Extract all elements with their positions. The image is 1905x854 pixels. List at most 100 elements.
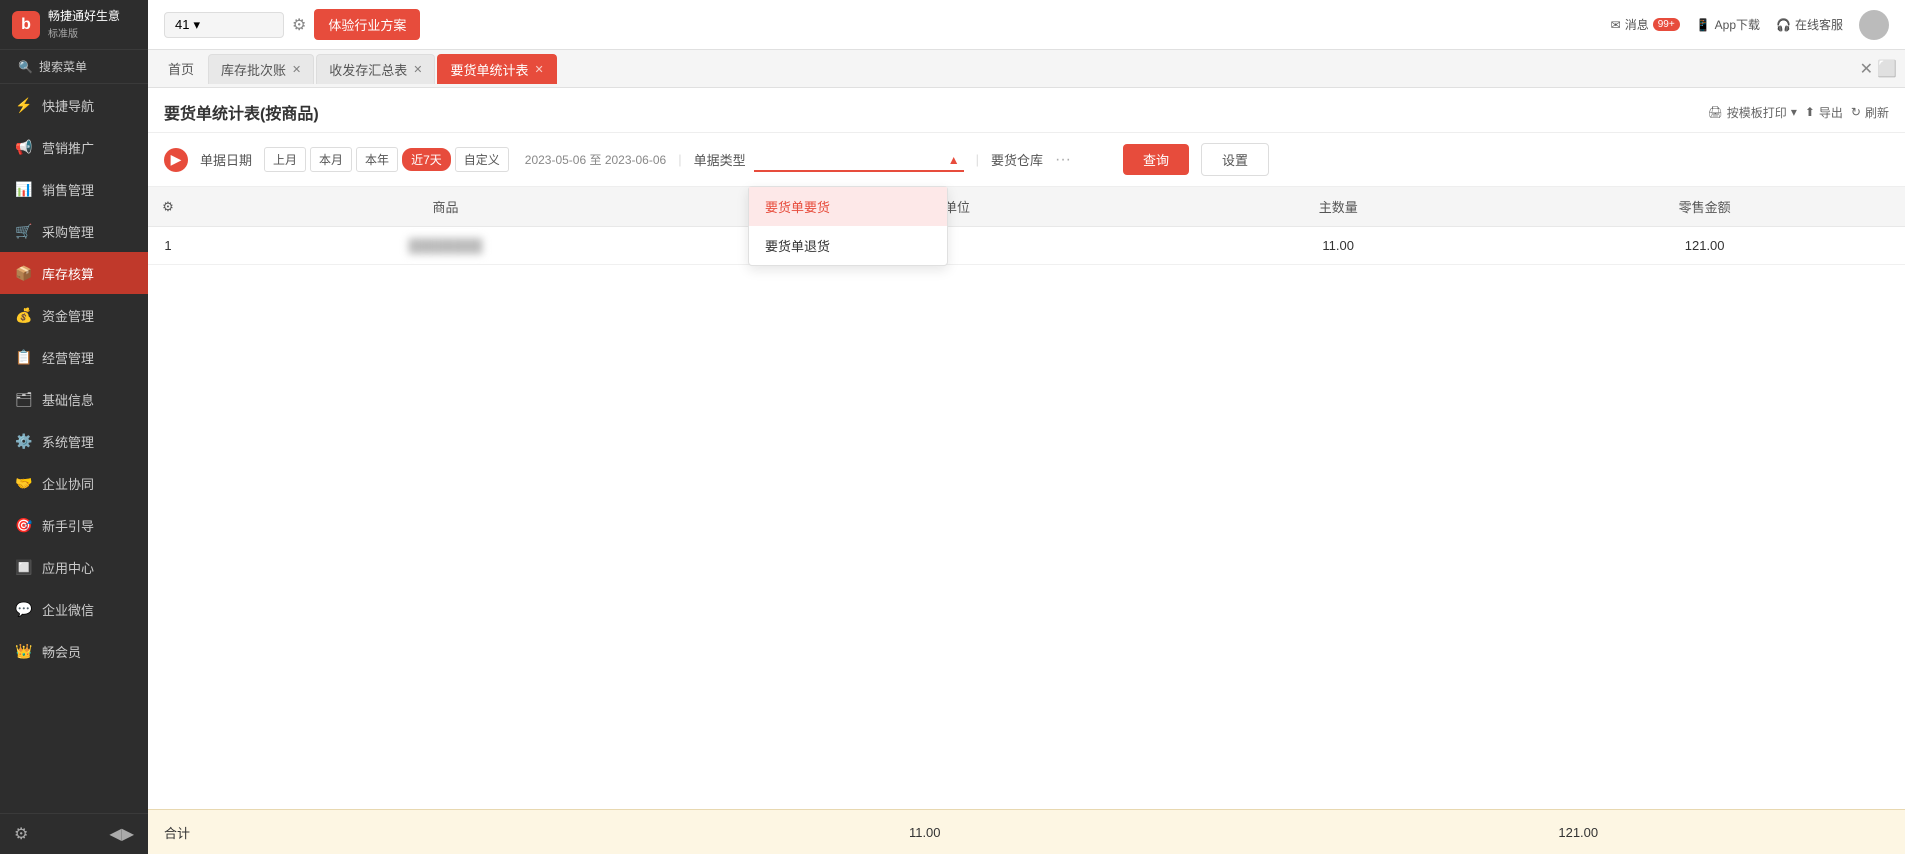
type-filter-arrow[interactable]: ▲ [948, 153, 960, 167]
table-header-row: ⚙ 商品 主计量单位 主数量 零售金额 [148, 187, 1905, 227]
sidebar-label-operation: 经营管理 [42, 348, 134, 367]
tab-label-home: 首页 [168, 59, 194, 78]
tab-close-recv-summary[interactable]: ✕ [413, 63, 422, 76]
sidebar-icon-collab: 🤝 [14, 473, 34, 493]
query-button[interactable]: 查询 [1123, 144, 1189, 175]
sidebar-item-inventory[interactable]: 📦 库存核算 [0, 252, 148, 294]
search-label: 搜索菜单 [39, 58, 87, 75]
col-amount: 零售金额 [1504, 187, 1905, 227]
sidebar-icon-quick-nav: ⚡ [14, 95, 34, 115]
col-qty: 主数量 [1172, 187, 1504, 227]
close-all-tabs-btn[interactable]: ✕ [1860, 59, 1873, 79]
warehouse-more-icon[interactable]: ··· [1055, 151, 1071, 169]
topbar: 41 ▾ ⚙ 体验行业方案 ✉ 消息 99+ 📱 App下载 🎧 在线客服 [148, 0, 1905, 50]
export-label: 导出 [1819, 104, 1843, 121]
sidebar-icon-finance: 💰 [14, 305, 34, 325]
sidebar-icon-marketing: 📢 [14, 137, 34, 157]
collapse-icon[interactable]: ◀▶ [109, 824, 134, 844]
sidebar-item-quick-nav[interactable]: ⚡ 快捷导航 [0, 84, 148, 126]
sidebar-item-sales[interactable]: 📊 销售管理 [0, 168, 148, 210]
sidebar-item-operation[interactable]: 📋 经营管理 [0, 336, 148, 378]
tab-close-order-stat[interactable]: ✕ [535, 63, 544, 76]
online-service-label: 在线客服 [1795, 16, 1843, 33]
filter-this-month-btn[interactable]: 本月 [310, 147, 352, 172]
sidebar-item-system[interactable]: ⚙️ 系统管理 [0, 420, 148, 462]
app-sub: 标准版 [48, 25, 120, 40]
filter-type-group: 单据类型 ▲ [694, 147, 964, 172]
tab-label-recv-summary: 收发存汇总表 [329, 60, 407, 79]
topbar-gear-icon[interactable]: ⚙ [292, 15, 306, 35]
col-settings[interactable]: ⚙ [148, 187, 188, 227]
tab-close-inventory-batch[interactable]: ✕ [292, 63, 301, 76]
sidebar-icon-sales: 📊 [14, 179, 34, 199]
app-download-btn[interactable]: 📱 App下载 [1696, 16, 1760, 33]
sidebar-icon-basic: 🗂 [14, 389, 34, 409]
footer-label: 合计 [148, 823, 598, 842]
sidebar-item-marketing[interactable]: 📢 营销推广 [0, 126, 148, 168]
refresh-btn[interactable]: ↻ 刷新 [1851, 104, 1889, 121]
tab-inventory-batch[interactable]: 库存批次账✕ [208, 54, 314, 84]
sidebar-label-system: 系统管理 [42, 432, 134, 451]
refresh-label: 刷新 [1865, 104, 1889, 121]
sidebar-label-basic: 基础信息 [42, 390, 134, 409]
sidebar-item-members[interactable]: 👑 畅会员 [0, 630, 148, 672]
phone-icon: 📱 [1696, 18, 1711, 32]
dropdown-item-order-goods[interactable]: 要货单要货 [749, 187, 947, 226]
app-name: 畅捷通好生意 [48, 9, 120, 25]
filter-expand-btn[interactable]: ▶ [164, 148, 188, 172]
dropdown-item-order-return[interactable]: 要货单退货 [749, 226, 947, 265]
sidebar-label-inventory: 库存核算 [42, 264, 134, 283]
settings-button[interactable]: 设置 [1201, 143, 1269, 176]
tab-label-order-stat: 要货单统计表 [450, 60, 528, 79]
sidebar-item-finance[interactable]: 💰 资金管理 [0, 294, 148, 336]
sidebar-footer: ⚙ ◀▶ [0, 813, 148, 854]
messages-btn[interactable]: ✉ 消息 99+ [1611, 16, 1680, 33]
sidebar-item-collab[interactable]: 🤝 企业协同 [0, 462, 148, 504]
filter-7days-btn[interactable]: 近7天 [402, 148, 451, 171]
sidebar-label-app-center: 应用中心 [42, 558, 134, 577]
tab-collapse-controls: ✕ ⬜ [1860, 59, 1897, 79]
settings-icon[interactable]: ⚙ [14, 824, 28, 844]
print-template-btn[interactable]: 🖨 按模板打印 ▾ [1708, 104, 1797, 121]
tab-recv-summary[interactable]: 收发存汇总表 ✕ [316, 54, 435, 84]
filter-custom-btn[interactable]: 自定义 [455, 147, 509, 172]
table-row: 1 ████████ 块 11.00 121.00 [148, 227, 1905, 265]
expand-tabs-btn[interactable]: ⬜ [1877, 59, 1897, 79]
page-actions: 🖨 按模板打印 ▾ ⬆ 导出 ↻ 刷新 [1708, 104, 1889, 121]
online-service-btn[interactable]: 🎧 在线客服 [1776, 16, 1843, 33]
company-value: 41 [175, 17, 189, 32]
warehouse-filter-label: 要货仓库 [991, 150, 1043, 169]
filter-prev-month-btn[interactable]: 上月 [264, 147, 306, 172]
sidebar-item-purchase[interactable]: 🛒 采购管理 [0, 210, 148, 252]
sidebar-item-app-center[interactable]: 🔲 应用中心 [0, 546, 148, 588]
cell-amount-0: 121.00 [1504, 227, 1905, 265]
page-header: 要货单统计表(按商品) 🖨 按模板打印 ▾ ⬆ 导出 ↻ 刷新 [148, 88, 1905, 132]
trial-button[interactable]: 体验行业方案 [314, 9, 420, 40]
export-btn[interactable]: ⬆ 导出 [1805, 104, 1843, 121]
company-selector[interactable]: 41 ▾ [164, 12, 284, 38]
refresh-icon: ↻ [1851, 105, 1861, 119]
sidebar-label-purchase: 采购管理 [42, 222, 134, 241]
footer-qty: 11.00 [598, 825, 1252, 840]
sidebar-item-basic[interactable]: 🗂 基础信息 [0, 378, 148, 420]
sidebar-icon-system: ⚙️ [14, 431, 34, 451]
filter-date-range: 2023-05-06 至 2023-06-06 [525, 151, 666, 168]
type-input-wrapper: ▲ [754, 147, 964, 172]
tab-home[interactable]: 首页 [156, 54, 206, 84]
sidebar-label-quick-nav: 快捷导航 [42, 96, 134, 115]
sidebar-icon-wechat-biz: 💬 [14, 599, 34, 619]
chevron-down-icon: ▾ [193, 17, 200, 33]
message-icon: ✉ [1611, 18, 1621, 32]
logo-area: b 畅捷通好生意 标准版 [0, 0, 148, 50]
tab-order-stat[interactable]: 要货单统计表 ✕ [437, 54, 556, 84]
sidebar-item-wechat-biz[interactable]: 💬 企业微信 [0, 588, 148, 630]
user-avatar[interactable] [1859, 10, 1889, 40]
sidebar-label-finance: 资金管理 [42, 306, 134, 325]
type-dropdown: 要货单要货要货单退货 [748, 186, 948, 266]
sidebar-search[interactable]: 🔍 搜索菜单 [0, 50, 148, 84]
type-filter-input[interactable] [754, 147, 964, 172]
sidebar-item-guide[interactable]: 🎯 新手引导 [0, 504, 148, 546]
chevron-down-icon: ▾ [1791, 105, 1797, 119]
footer-amount: 121.00 [1252, 825, 1905, 840]
filter-this-year-btn[interactable]: 本年 [356, 147, 398, 172]
